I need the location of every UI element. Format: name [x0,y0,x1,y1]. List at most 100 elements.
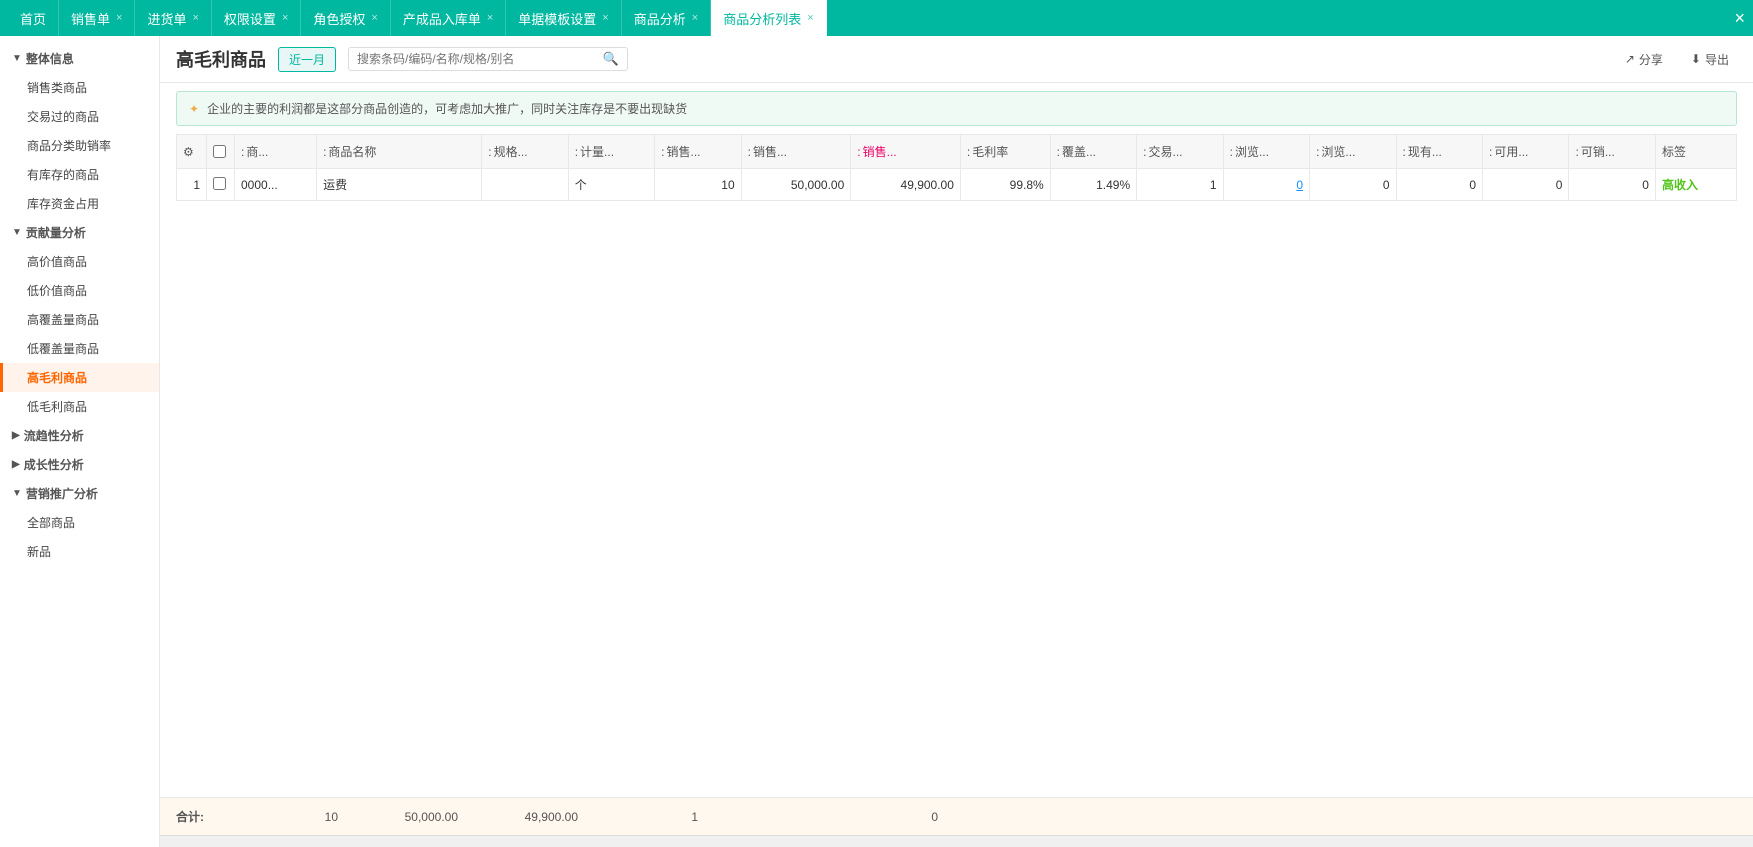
sidebar-item-in-stock[interactable]: 有库存的商品 [0,160,159,189]
close-icon[interactable]: × [487,12,493,24]
sidebar-item-new-goods[interactable]: 新品 [0,537,159,566]
footer-bar: 合计: 10 50,000.00 49,900.00 1 0 [160,797,1753,835]
close-window-button[interactable]: × [1734,8,1745,29]
sidebar-item-high-coverage[interactable]: 高覆盖量商品 [0,305,159,334]
sidebar-item-sales-goods[interactable]: 销售类商品 [0,73,159,102]
main-layout: ▼ 整体信息 销售类商品 交易过的商品 商品分类助销率 有库存的商品 库存资金占… [0,36,1753,847]
col-unit[interactable]: :计量... [568,135,654,169]
col-sale-amount[interactable]: :销售... [741,135,851,169]
col-trade[interactable]: :交易... [1137,135,1223,169]
sidebar-item-stock-capital[interactable]: 库存资金占用 [0,189,159,218]
row-coverage: 1.49% [1050,169,1136,201]
footer-trade: 1 [584,810,704,824]
footer-sale-profit: 49,900.00 [464,810,584,824]
share-icon: ↗ [1625,52,1635,66]
close-icon[interactable]: × [371,12,377,24]
nav-item-template[interactable]: 单据模板设置 × [506,0,621,36]
close-icon[interactable]: × [807,12,813,24]
sidebar-section-marketing[interactable]: ▼ 营销推广分析 [0,479,159,508]
nav-item-role[interactable]: 角色授权 × [301,0,390,36]
row-select-checkbox[interactable] [213,177,226,190]
footer-sale-count: 10 [224,810,344,824]
sidebar-item-high-margin[interactable]: 高毛利商品 [0,363,159,392]
chevron-down-icon: ▼ [12,227,22,238]
row-view1[interactable]: 0 [1223,169,1309,201]
col-spec[interactable]: :规格... [482,135,568,169]
footer-available: 0 [824,810,944,824]
row-trade: 1 [1137,169,1223,201]
col-code[interactable]: :商... [235,135,317,169]
filter-recent-month-button[interactable]: 近一月 [278,47,336,72]
footer-cells: 10 50,000.00 49,900.00 1 0 [224,810,1737,824]
row-sale-amount: 50,000.00 [741,169,851,201]
select-all-checkbox[interactable] [213,145,226,158]
sidebar-section-contribution[interactable]: ▼ 贡献量分析 [0,218,159,247]
row-code: 0000... [235,169,317,201]
chevron-right-icon: ▶ [12,459,20,470]
sidebar-item-low-margin[interactable]: 低毛利商品 [0,392,159,421]
col-sale-count[interactable]: :销售... [655,135,741,169]
close-icon[interactable]: × [116,12,122,24]
close-icon[interactable]: × [192,12,198,24]
col-gross-margin[interactable]: :毛利率 [960,135,1050,169]
nav-item-home[interactable]: 首页 [8,0,59,36]
close-icon[interactable]: × [602,12,608,24]
content-area: 高毛利商品 近一月 🔍 ↗ 分享 ⬇ 导出 ✦ 企业的主要的利润都是这部分商品创… [160,36,1753,847]
sidebar-item-traded-goods[interactable]: 交易过的商品 [0,102,159,131]
row-gross-margin: 99.8% [960,169,1050,201]
row-spec [482,169,568,201]
sidebar-item-low-value[interactable]: 低价值商品 [0,276,159,305]
row-sale-count: 10 [655,169,741,201]
export-icon: ⬇ [1691,52,1701,66]
col-checkbox [207,135,235,169]
col-view2[interactable]: :浏览... [1310,135,1396,169]
top-nav: 首页 销售单 × 进货单 × 权限设置 × 角色授权 × 产成品入库单 × 单据… [0,0,1753,36]
table-header-row: ⚙ :商... :商品名称 :规格... [177,135,1737,169]
col-saleable[interactable]: :可销... [1569,135,1655,169]
page-title: 高毛利商品 [176,46,266,72]
row-checkbox [207,169,235,201]
close-icon[interactable]: × [282,12,288,24]
close-icon[interactable]: × [692,12,698,24]
col-coverage[interactable]: :覆盖... [1050,135,1136,169]
sidebar-item-low-coverage[interactable]: 低覆盖量商品 [0,334,159,363]
nav-item-purchase[interactable]: 进货单 × [135,0,211,36]
sidebar-item-category-rate[interactable]: 商品分类助销率 [0,131,159,160]
search-icon[interactable]: 🔍 [603,51,619,67]
export-button[interactable]: ⬇ 导出 [1683,47,1737,72]
sidebar-item-high-value[interactable]: 高价值商品 [0,247,159,276]
col-name[interactable]: :商品名称 [317,135,482,169]
table-row: 1 0000... 运费 个 10 50,000.00 49,900.00 99… [177,169,1737,201]
nav-item-sales[interactable]: 销售单 × [59,0,135,36]
col-available[interactable]: :可用... [1483,135,1569,169]
content-header: 高毛利商品 近一月 🔍 ↗ 分享 ⬇ 导出 [160,36,1753,83]
nav-item-product-inbound[interactable]: 产成品入库单 × [391,0,506,36]
col-current[interactable]: :现有... [1396,135,1482,169]
col-settings[interactable]: ⚙ [177,135,207,169]
horizontal-scrollbar[interactable] [160,835,1753,847]
chevron-down-icon: ▼ [12,488,22,499]
col-tag[interactable]: 标签 [1655,135,1736,169]
footer-view1 [704,810,824,824]
sidebar-item-all-goods[interactable]: 全部商品 [0,508,159,537]
header-actions: ↗ 分享 ⬇ 导出 [1617,47,1737,72]
nav-item-permissions[interactable]: 权限设置 × [212,0,301,36]
row-view2: 0 [1310,169,1396,201]
sidebar-section-growth[interactable]: ▶ 成长性分析 [0,450,159,479]
nav-item-analysis-list[interactable]: 商品分析列表 × [711,0,826,36]
info-bar: ✦ 企业的主要的利润都是这部分商品创造的，可考虑加大推广，同时关注库存是不要出现… [176,91,1737,126]
search-box: 🔍 [348,47,628,71]
table-container: ⚙ :商... :商品名称 :规格... [160,134,1753,797]
sidebar-section-overall[interactable]: ▼ 整体信息 [0,44,159,73]
chevron-right-icon: ▶ [12,430,20,441]
row-unit: 个 [568,169,654,201]
row-tag: 高收入 [1655,169,1736,201]
col-sale-profit[interactable]: :销售... [851,135,961,169]
nav-item-analysis[interactable]: 商品分析 × [622,0,711,36]
sidebar: ▼ 整体信息 销售类商品 交易过的商品 商品分类助销率 有库存的商品 库存资金占… [0,36,160,847]
footer-sale-amount: 50,000.00 [344,810,464,824]
col-view1[interactable]: :浏览... [1223,135,1309,169]
sidebar-section-trend[interactable]: ▶ 流趋性分析 [0,421,159,450]
search-input[interactable] [357,52,599,66]
share-button[interactable]: ↗ 分享 [1617,47,1671,72]
